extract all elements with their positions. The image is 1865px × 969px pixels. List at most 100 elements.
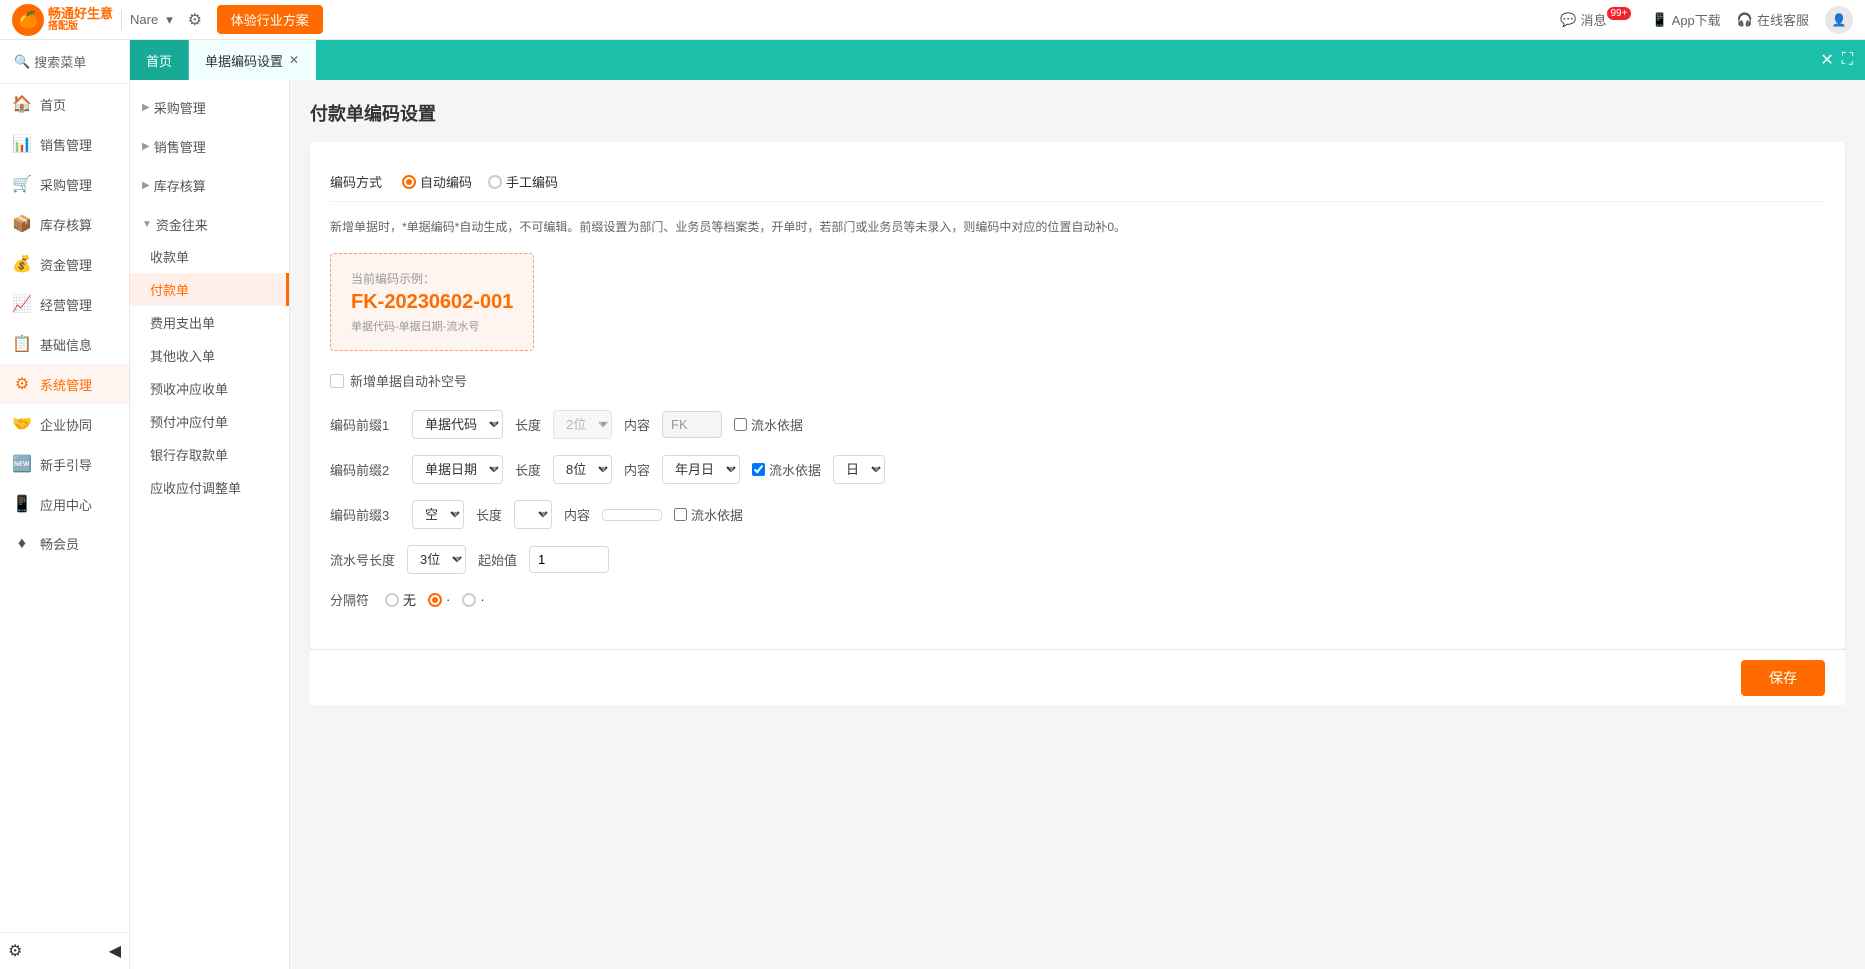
member-icon: ♦ [12,535,32,553]
service-icon: 🎧 [1737,12,1753,28]
secondary-layout: ▶ 采购管理 ▶ 销售管理 ▶ 库存核算 [130,80,1865,969]
content2-select[interactable]: 年月日 [662,455,740,484]
search-menu-button[interactable]: 🔍 搜索菜单 [8,48,121,75]
prefix3-select[interactable]: 空 [412,500,464,529]
message-badge: 99+ [1607,7,1632,20]
tab-close-icon[interactable]: ✕ [289,53,299,67]
sec-item-prepay-offset[interactable]: 预收冲应收单 [130,372,289,405]
sep-dot1-radio[interactable]: · [428,592,450,607]
code-preview-sub: 单据代码-单据日期-流水号 [351,318,513,334]
form-row-2: 编码前缀2 单据日期 长度 8位 内容 [330,455,1825,484]
sec-item-expense[interactable]: 费用支出单 [130,306,289,339]
serial3-checkbox-input[interactable] [674,508,687,521]
collapse-arrow: ▶ [142,141,150,152]
prefix2-label: 编码前缀2 [330,460,400,479]
tab-encoding-label: 单据编码设置 [205,51,283,70]
sidebar-item-guide[interactable]: 🆕 新手引导 [0,444,129,484]
group-finance-title[interactable]: ▼ 资金往来 [130,209,289,240]
day-select: 日 [833,455,885,484]
prefix1-select[interactable]: 单据代码 [412,410,503,439]
group-purchase-title[interactable]: ▶ 采购管理 [130,92,289,123]
settings-card: 编码方式 自动编码 手工编码 [310,142,1845,649]
workspace-name: Nare [130,12,158,27]
sidebar-item-home[interactable]: 🏠 首页 [0,84,129,124]
separator-row: 分隔符 无 · · [330,590,1825,609]
serial1-checkbox-input[interactable] [734,418,747,431]
day-select-input[interactable]: 日 [833,455,885,484]
page-footer: 保存 [310,649,1845,705]
sep-dot1-dot [428,593,442,607]
sec-item-receipt[interactable]: 收款单 [130,240,289,273]
serial3-checkbox[interactable]: 流水依据 [674,505,743,524]
message-button[interactable]: 💬 消息 99+ [1560,10,1635,29]
tab-encoding-settings[interactable]: 单据编码设置 ✕ [189,40,316,80]
online-service-button[interactable]: 🎧 在线客服 [1737,10,1809,29]
length3-select-wrapper [514,500,552,529]
start-value-input[interactable] [529,546,609,573]
tab-bar: 首页 单据编码设置 ✕ ✕ ⛶ [130,40,1865,80]
sep-dot2-dot [462,593,476,607]
content1-value: FK [662,411,722,438]
inventory-icon: 📦 [12,214,32,234]
sidebar-item-member[interactable]: ♦ 畅会员 [0,524,129,563]
sidebar-item-cooperation[interactable]: 🤝 企业协同 [0,404,129,444]
group-sales-title[interactable]: ▶ 销售管理 [130,131,289,162]
app-download-button[interactable]: 📱 App下载 [1651,10,1720,29]
sidebar-search[interactable]: 🔍 搜索菜单 [0,40,129,84]
sec-item-other-income[interactable]: 其他收入单 [130,339,289,372]
content3-label: 内容 [564,505,590,524]
sidebar-item-system[interactable]: ⚙ 系统管理 [0,364,129,404]
sep-dot2-radio[interactable]: · [462,592,484,607]
manual-encode-radio[interactable]: 手工编码 [488,172,558,191]
info-text: 新增单据时，*单据编码*自动生成，不可编辑。前缀设置为部门、业务员等档案类，开单… [330,218,1825,237]
sec-item-adjustment[interactable]: 应收应付调整单 [130,471,289,504]
length1-select[interactable]: 2位 [553,410,612,439]
auto-encode-radio[interactable]: 自动编码 [402,172,472,191]
serial-length-label: 流水号长度 [330,550,395,569]
sidebar-item-sales[interactable]: 📊 销售管理 [0,124,129,164]
top-bar: 🍊 畅通好生意 搭配版 Nare ▾ ⚙ 体验行业方案 💬 消息 99+ 📱 A… [0,0,1865,40]
serial-length-select[interactable]: 3位 [407,545,466,574]
tab-home[interactable]: 首页 [130,40,189,80]
sidebar-item-inventory[interactable]: 📦 库存核算 [0,204,129,244]
sales-icon: 📊 [12,134,32,154]
window-maximize-icon[interactable]: ⛶ [1842,51,1853,69]
trial-button[interactable]: 体验行业方案 [217,5,323,34]
sidebar-item-business[interactable]: 📈 经营管理 [0,284,129,324]
sec-item-prepaid-offset[interactable]: 预付冲应付单 [130,405,289,438]
sidebar-item-purchase[interactable]: 🛒 采购管理 [0,164,129,204]
sec-item-payment[interactable]: 付款单 [130,273,289,306]
top-bar-left: 🍊 畅通好生意 搭配版 Nare ▾ ⚙ 体验行业方案 [12,4,323,36]
group-inventory-title[interactable]: ▶ 库存核算 [130,170,289,201]
sidebar-item-app[interactable]: 📱 应用中心 [0,484,129,524]
settings-button[interactable]: ⚙ [181,6,209,34]
settings-bottom-icon[interactable]: ⚙ [8,941,22,961]
prefix2-select-wrapper: 单据日期 [412,455,503,484]
serial2-checkbox-input[interactable] [752,463,765,476]
sidebar-item-finance[interactable]: 💰 资金管理 [0,244,129,284]
serial-length-select-wrapper: 3位 [407,545,466,574]
length1-label: 长度 [515,415,541,434]
serial1-checkbox[interactable]: 流水依据 [734,415,803,434]
prefix2-select[interactable]: 单据日期 [412,455,503,484]
length3-select[interactable] [514,500,552,529]
system-icon: ⚙ [12,374,32,394]
length3-label: 长度 [476,505,502,524]
sep-none-radio[interactable]: 无 [385,590,416,609]
sec-item-bank[interactable]: 银行存取款单 [130,438,289,471]
prefix3-select-wrapper: 空 [412,500,464,529]
collapse-icon[interactable]: ◀ [109,941,121,961]
save-button[interactable]: 保存 [1741,660,1825,696]
group-finance: ▼ 资金往来 收款单 付款单 费用支出单 其他收入单 预收冲应收单 预付冲应付单… [130,205,289,508]
serial2-checkbox[interactable]: 流水依据 [752,460,821,479]
auto-fill-checkbox[interactable] [330,374,344,388]
sidebar-item-basic[interactable]: 📋 基础信息 [0,324,129,364]
length2-select[interactable]: 8位 [553,455,612,484]
user-avatar[interactable]: 👤 [1825,6,1853,34]
home-icon: 🏠 [12,94,32,114]
window-minimize-icon[interactable]: ✕ [1820,50,1833,70]
workspace-dropdown[interactable]: ▾ [166,12,173,28]
group-purchase: ▶ 采购管理 [130,88,289,127]
logo-text: 畅通好生意 搭配版 [48,6,113,34]
expand-arrow: ▼ [142,219,152,230]
